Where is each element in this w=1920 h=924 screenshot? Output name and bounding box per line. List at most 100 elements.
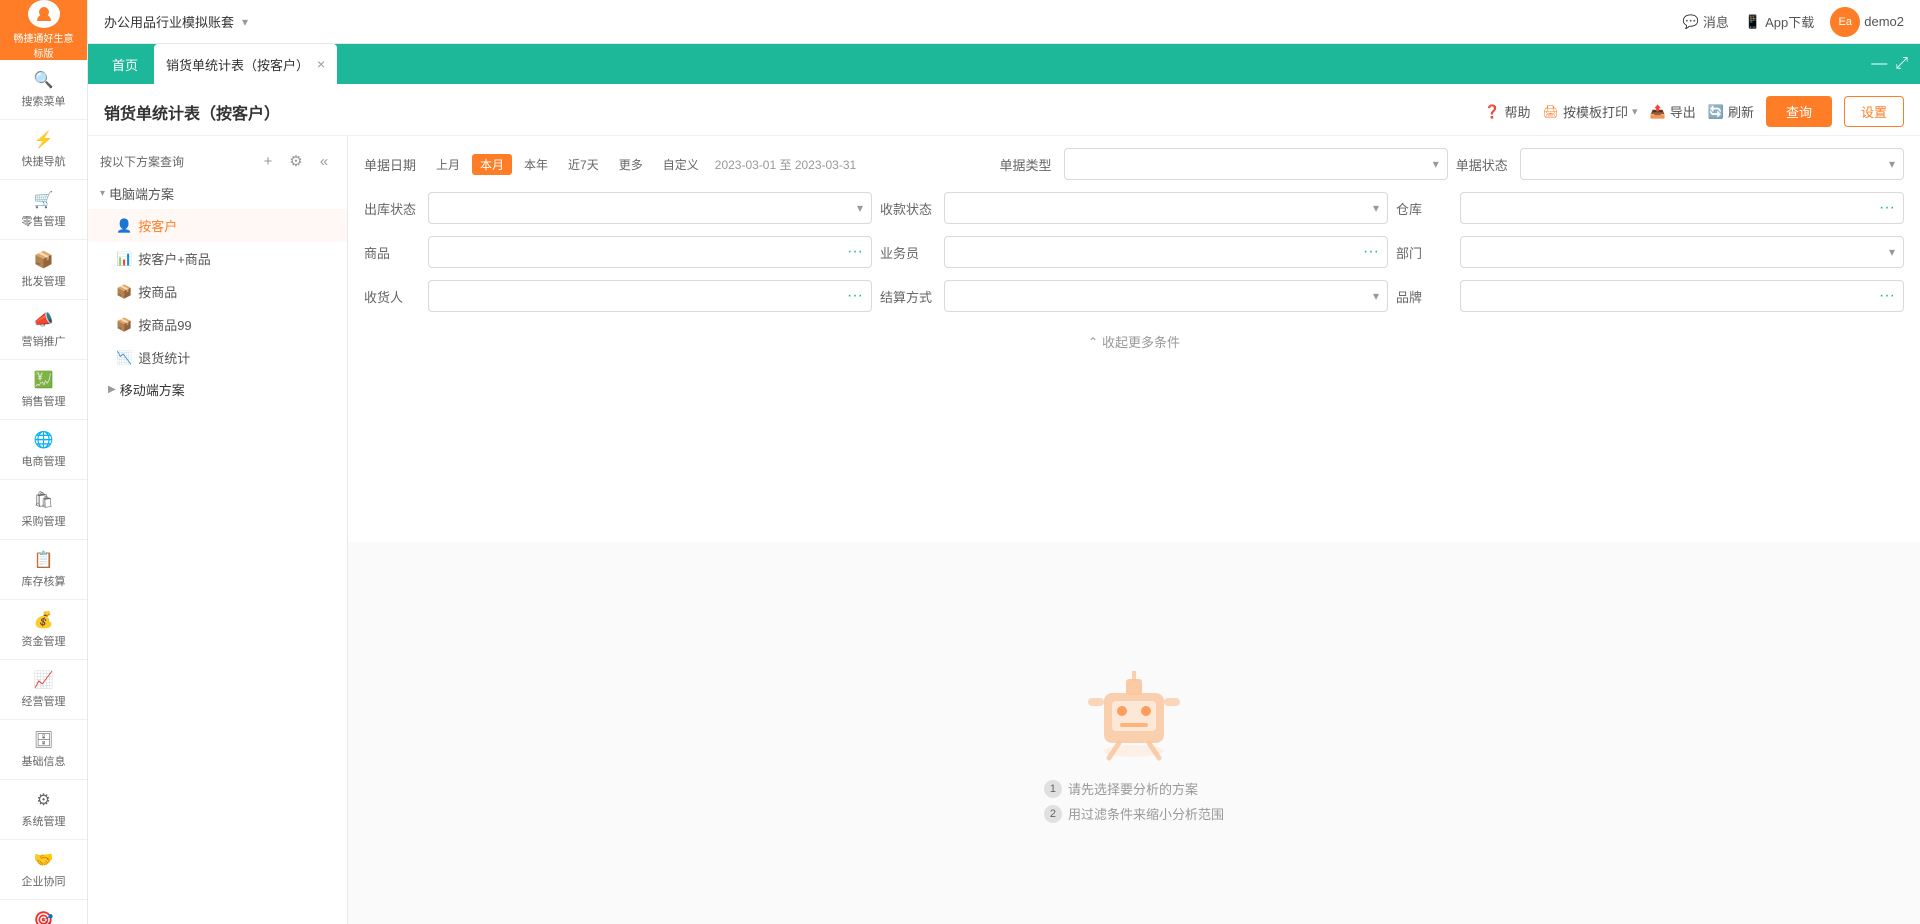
tab-close-button[interactable]: × (317, 57, 325, 71)
settings-button[interactable]: 设置 (1844, 96, 1904, 127)
logo-icon (28, 0, 60, 28)
order-type-select[interactable]: ▾ (1064, 148, 1448, 180)
message-button[interactable]: 💬 消息 (1683, 12, 1729, 31)
sidebar-item-system[interactable]: ⚙ 系统管理 (0, 780, 87, 840)
date-btn-last-7-days[interactable]: 近7天 (560, 154, 607, 175)
date-btn-this-month[interactable]: 本月 (472, 154, 512, 175)
refresh-icon: 🔄 (1708, 104, 1724, 120)
logo: 畅捷通好生意 标版 (0, 0, 88, 60)
settings-scheme-button[interactable]: ⚙ (285, 150, 307, 172)
sidebar-item-wholesale[interactable]: 📦 批发管理 (0, 240, 87, 300)
wholesale-icon: 📦 (34, 250, 54, 270)
dropdown-arrow[interactable]: ▾ (242, 15, 248, 29)
collapse-button[interactable]: ⌃ 收起更多条件 (364, 324, 1904, 359)
add-scheme-button[interactable]: + (257, 150, 279, 172)
brand-dots[interactable]: ··· (1879, 287, 1895, 305)
user-menu-button[interactable]: Ea demo2 (1830, 7, 1904, 37)
salesperson-select[interactable]: ··· (944, 236, 1388, 268)
filter-sidebar-header-left: 按以下方案查询 (100, 153, 184, 170)
system-icon: ⚙ (36, 790, 50, 810)
sidebar-item-basic[interactable]: 🗄 基础信息 (0, 720, 87, 780)
sidebar-item-sales[interactable]: 💹 销售管理 (0, 360, 87, 420)
by-product-icon: 📦 (116, 284, 132, 300)
filter-item-by-customer[interactable]: 👤 按客户 (88, 209, 347, 242)
date-shortcuts: 上月 本月 本年 近7天 更多 自定义 (428, 154, 707, 175)
date-btn-this-year[interactable]: 本年 (516, 154, 556, 175)
export-icon: 📤 (1650, 104, 1666, 120)
order-status-select[interactable]: ▾ (1520, 148, 1904, 180)
sidebar-item-label: 采购管理 (22, 513, 66, 529)
sidebar-item-label: 经营管理 (22, 693, 66, 709)
collapse-up-icon: ⌃ (1088, 335, 1098, 349)
mobile-group-header[interactable]: ▶ 移动端方案 (88, 374, 347, 405)
print-button[interactable]: 🖨 按模板打印 ▾ (1543, 102, 1638, 121)
sidebar-item-inventory[interactable]: 📋 库存核算 (0, 540, 87, 600)
sidebar-item-guide[interactable]: 🎯 新手引导 (0, 900, 87, 924)
by-customer-product-label: 按客户+商品 (138, 249, 211, 268)
date-btn-last-month[interactable]: 上月 (428, 154, 468, 175)
tip-num-2: 2 (1044, 805, 1062, 823)
filter-item-by-product[interactable]: 📦 按商品 (88, 275, 347, 308)
by-product-label: 按商品 (138, 282, 177, 301)
settlement-select[interactable]: ▾ (944, 280, 1388, 312)
sidebar-item-enterprise[interactable]: 🤝 企业协同 (0, 840, 87, 900)
query-button[interactable]: 查询 (1766, 96, 1832, 127)
out-status-select[interactable]: ▾ (428, 192, 872, 224)
tab-bar-actions: — ⤢ (1859, 55, 1920, 73)
filter-item-return-stats[interactable]: 📉 退货统计 (88, 341, 347, 374)
date-label: 单据日期 (364, 155, 420, 174)
warehouse-dots[interactable]: ··· (1879, 199, 1895, 217)
receipt-status-field: 收款状态 ▾ (880, 192, 1388, 224)
product-select[interactable]: ··· (428, 236, 872, 268)
quick-nav-icon: ⚡ (34, 130, 54, 150)
order-status-arrow: ▾ (1889, 157, 1895, 171)
tab-home[interactable]: 首页 (96, 44, 154, 84)
date-btn-custom[interactable]: 自定义 (655, 154, 707, 175)
collapse-sidebar-button[interactable]: « (313, 150, 335, 172)
warehouse-select[interactable]: ··· (1460, 192, 1904, 224)
filter-item-by-product-99[interactable]: 📦 按商品99 (88, 308, 347, 341)
retail-icon: 🛒 (34, 190, 54, 210)
filter-sidebar-title: 按以下方案查询 (100, 153, 184, 170)
sidebar-item-search[interactable]: 🔍 搜索菜单 (0, 60, 87, 120)
desktop-group-header[interactable]: ▾ 电脑端方案 (88, 178, 347, 209)
brand-select[interactable]: ··· (1460, 280, 1904, 312)
sidebar-item-operations[interactable]: 📈 经营管理 (0, 660, 87, 720)
sidebar-item-purchase[interactable]: 🛍 采购管理 (0, 480, 87, 540)
sidebar-item-quick-nav[interactable]: ⚡ 快捷导航 (0, 120, 87, 180)
filter-item-by-customer-product[interactable]: 📊 按客户+商品 (88, 242, 347, 275)
receipt-status-select[interactable]: ▾ (944, 192, 1388, 224)
tab-home-label: 首页 (112, 55, 138, 74)
refresh-button[interactable]: 🔄 刷新 (1708, 102, 1754, 121)
desktop-group-arrow: ▾ (100, 188, 105, 199)
sales-icon: 💹 (34, 370, 54, 390)
sidebar-item-ecommerce[interactable]: 🌐 电商管理 (0, 420, 87, 480)
print-dropdown-icon[interactable]: ▾ (1632, 105, 1638, 118)
export-button[interactable]: 📤 导出 (1650, 102, 1696, 121)
print-icon: 🖨 (1543, 104, 1560, 120)
tab-active[interactable]: 销货单统计表（按客户） × (154, 44, 337, 84)
sidebar-item-marketing[interactable]: 📣 营销推广 (0, 300, 87, 360)
basic-icon: 🗄 (33, 730, 53, 750)
order-type-field: 单据类型 ▾ (1000, 148, 1448, 180)
empty-tip-2: 2 用过滤条件来缩小分析范围 (1044, 804, 1224, 823)
help-button[interactable]: ❓ 帮助 (1484, 102, 1530, 121)
department-select[interactable]: ▾ (1460, 236, 1904, 268)
recipient-select[interactable]: ··· (428, 280, 872, 312)
sidebar-item-label: 快捷导航 (22, 153, 66, 169)
tab-minimize-icon[interactable]: — (1871, 55, 1887, 73)
help-icon: ❓ (1484, 104, 1500, 120)
app-download-button[interactable]: 📱 App下载 (1745, 12, 1814, 31)
warehouse-label: 仓库 (1396, 199, 1452, 218)
recipient-dots[interactable]: ··· (847, 287, 863, 305)
sidebar-item-retail[interactable]: 🛒 零售管理 (0, 180, 87, 240)
date-btn-more[interactable]: 更多 (611, 154, 651, 175)
product-dots[interactable]: ··· (847, 243, 863, 261)
page-content: 销货单统计表（按客户） ❓ 帮助 🖨 按模板打印 ▾ 📤 导出 🔄 刷新 (88, 84, 1920, 924)
salesperson-dots[interactable]: ··· (1363, 243, 1379, 261)
warehouse-field: 仓库 ··· (1396, 192, 1904, 224)
recipient-label: 收货人 (364, 287, 420, 306)
tab-maximize-icon[interactable]: ⤢ (1895, 55, 1908, 73)
sidebar-item-label: 零售管理 (22, 213, 66, 229)
sidebar-item-finance[interactable]: 💰 资金管理 (0, 600, 87, 660)
